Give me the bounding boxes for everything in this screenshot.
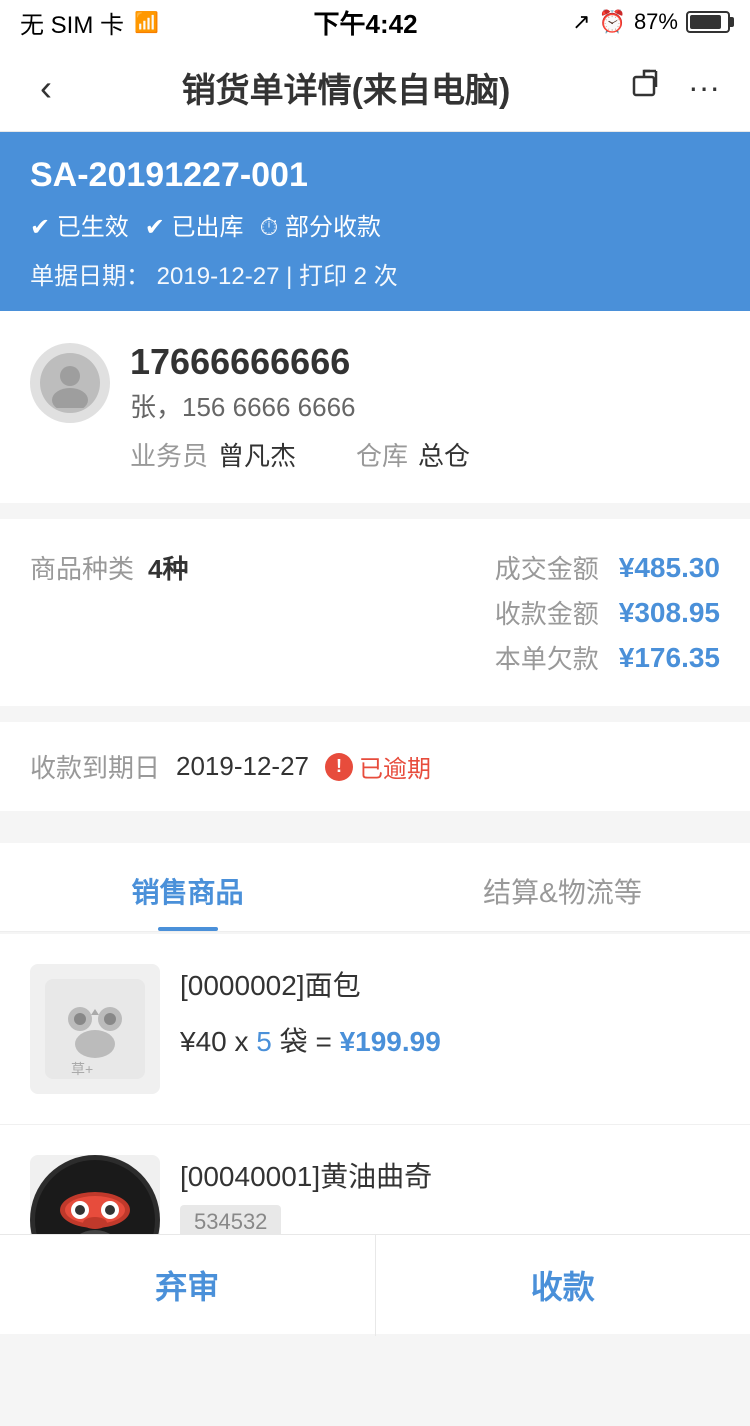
product-x-1: x bbox=[235, 1026, 257, 1057]
battery-bar bbox=[686, 11, 730, 33]
date-label: 单据日期： bbox=[30, 263, 150, 290]
tab-products-label: 销售商品 bbox=[131, 877, 243, 908]
due-section: 收款到期日 2019-12-27 ! 已逾期 bbox=[0, 722, 750, 811]
battery-percent: 87% bbox=[634, 9, 678, 35]
carrier-label: 无 SIM 卡 bbox=[20, 5, 124, 40]
sales-meta: 业务员 曾凡杰 bbox=[130, 436, 296, 473]
product-qty-1: 5 bbox=[256, 1026, 272, 1057]
tab-settlement-label: 结算&物流等 bbox=[483, 877, 642, 908]
tab-products[interactable]: 销售商品 bbox=[0, 843, 375, 931]
battery-fill bbox=[690, 15, 721, 29]
back-button[interactable]: ‹ bbox=[30, 57, 62, 119]
product-eq-1: = bbox=[315, 1026, 339, 1057]
received-row: 收款金额 ¥308.95 bbox=[495, 594, 720, 631]
product-name-1: [0000002]面包 bbox=[180, 964, 720, 1004]
product-total-1: ¥199.99 bbox=[340, 1026, 441, 1057]
amount-row: 成交金额 ¥485.30 bbox=[495, 549, 720, 586]
order-header: SA-20191227-001 ✔ 已生效 ✔ 已出库 ⏱ 部分收款 单据日期：… bbox=[0, 132, 750, 311]
customer-contact: 张，156 6666 6666 bbox=[130, 387, 356, 424]
overdue-badge: ! 已逾期 bbox=[325, 749, 431, 784]
summary-section: 商品种类 4种 成交金额 ¥485.30 收款金额 ¥308.95 本单欠款 ¥… bbox=[0, 519, 750, 706]
customer-meta: 业务员 曾凡杰 仓库 总仓 bbox=[30, 436, 720, 473]
customer-row: 17666666666 张，156 6666 6666 bbox=[30, 341, 720, 424]
share-button[interactable] bbox=[630, 67, 664, 109]
more-button[interactable]: ··· bbox=[688, 69, 720, 106]
collect-button[interactable]: 收款 bbox=[376, 1234, 750, 1336]
due-label: 收款到期日 bbox=[30, 748, 160, 785]
sales-name: 曾凡杰 bbox=[218, 436, 296, 473]
overdue-label: 已逾期 bbox=[359, 749, 431, 784]
product-info-1: [0000002]面包 ¥40 x 5 袋 = ¥199.99 bbox=[180, 964, 720, 1060]
order-date-info: 单据日期： 2019-12-27 | 打印 2 次 bbox=[30, 256, 720, 291]
separator: | bbox=[286, 263, 299, 290]
product-unit-1: 袋 bbox=[280, 1026, 308, 1057]
wifi-icon: 📶 bbox=[134, 10, 159, 35]
received-label: 收款金额 bbox=[495, 594, 599, 631]
product-type-row: 商品种类 4种 bbox=[30, 549, 188, 586]
warehouse-meta: 仓库 总仓 bbox=[356, 436, 470, 473]
summary-left: 商品种类 4种 bbox=[30, 549, 188, 586]
product-item-1: 草+ [0000002]面包 ¥40 x 5 袋 = ¥199.99 bbox=[0, 934, 750, 1125]
customer-section: 17666666666 张，156 6666 6666 业务员 曾凡杰 仓库 总… bbox=[0, 311, 750, 503]
customer-info: 17666666666 张，156 6666 6666 bbox=[130, 341, 356, 424]
badge-shipped: ✔ 已出库 bbox=[145, 207, 244, 242]
order-badges: ✔ 已生效 ✔ 已出库 ⏱ 部分收款 bbox=[30, 207, 720, 242]
customer-account: 17666666666 bbox=[130, 341, 356, 383]
divider bbox=[0, 827, 750, 843]
reject-button[interactable]: 弃审 bbox=[0, 1234, 376, 1336]
due-date: 2019-12-27 bbox=[176, 751, 309, 782]
tabs-section: 销售商品 结算&物流等 bbox=[0, 843, 750, 932]
owed-row: 本单欠款 ¥176.35 bbox=[495, 639, 720, 676]
warehouse-name: 总仓 bbox=[418, 436, 470, 473]
status-bar-right: ↗ ⏰ 87% bbox=[572, 9, 730, 35]
warehouse-label: 仓库 bbox=[356, 436, 408, 473]
product-type-value: 4种 bbox=[148, 549, 188, 586]
amount-label: 成交金额 bbox=[495, 549, 599, 586]
amount-value: ¥485.30 bbox=[619, 552, 720, 584]
status-bar-time: 下午4:42 bbox=[313, 4, 417, 41]
tab-settlement[interactable]: 结算&物流等 bbox=[375, 843, 750, 931]
badge-effective: ✔ 已生效 bbox=[30, 207, 129, 242]
location-icon: ↗ bbox=[572, 9, 590, 35]
overdue-icon: ! bbox=[325, 753, 353, 781]
owed-value: ¥176.35 bbox=[619, 642, 720, 674]
product-price-1: ¥40 bbox=[180, 1026, 227, 1057]
bottom-actions: 弃审 收款 bbox=[0, 1234, 750, 1334]
svg-text:草+: 草+ bbox=[71, 1061, 93, 1077]
product-thumb-1: 草+ bbox=[30, 964, 160, 1094]
bottom-spacer bbox=[0, 1326, 750, 1426]
avatar-icon bbox=[40, 353, 100, 413]
product-name-2: [00040001]黄油曲奇 bbox=[180, 1155, 720, 1195]
badge-partial-payment: ⏱ 部分收款 bbox=[260, 207, 381, 242]
print-count: 打印 2 次 bbox=[299, 263, 398, 290]
product-type-label: 商品种类 bbox=[30, 549, 134, 586]
summary-right: 成交金额 ¥485.30 收款金额 ¥308.95 本单欠款 ¥176.35 bbox=[495, 549, 720, 676]
status-bar-left: 无 SIM 卡 📶 bbox=[20, 5, 159, 40]
page-title: 销货单详情(来自电脑) bbox=[182, 63, 511, 112]
alarm-icon: ⏰ bbox=[599, 9, 626, 35]
order-id: SA-20191227-001 bbox=[30, 156, 720, 195]
owed-label: 本单欠款 bbox=[495, 639, 599, 676]
avatar bbox=[30, 343, 110, 423]
nav-bar: ‹ 销货单详情(来自电脑) ··· bbox=[0, 44, 750, 132]
product-price-row-1: ¥40 x 5 袋 = ¥199.99 bbox=[180, 1020, 720, 1060]
nav-actions: ··· bbox=[630, 67, 720, 109]
sales-label: 业务员 bbox=[130, 436, 208, 473]
status-bar: 无 SIM 卡 📶 下午4:42 ↗ ⏰ 87% bbox=[0, 0, 750, 44]
order-date: 2019-12-27 bbox=[157, 263, 280, 290]
received-value: ¥308.95 bbox=[619, 597, 720, 629]
